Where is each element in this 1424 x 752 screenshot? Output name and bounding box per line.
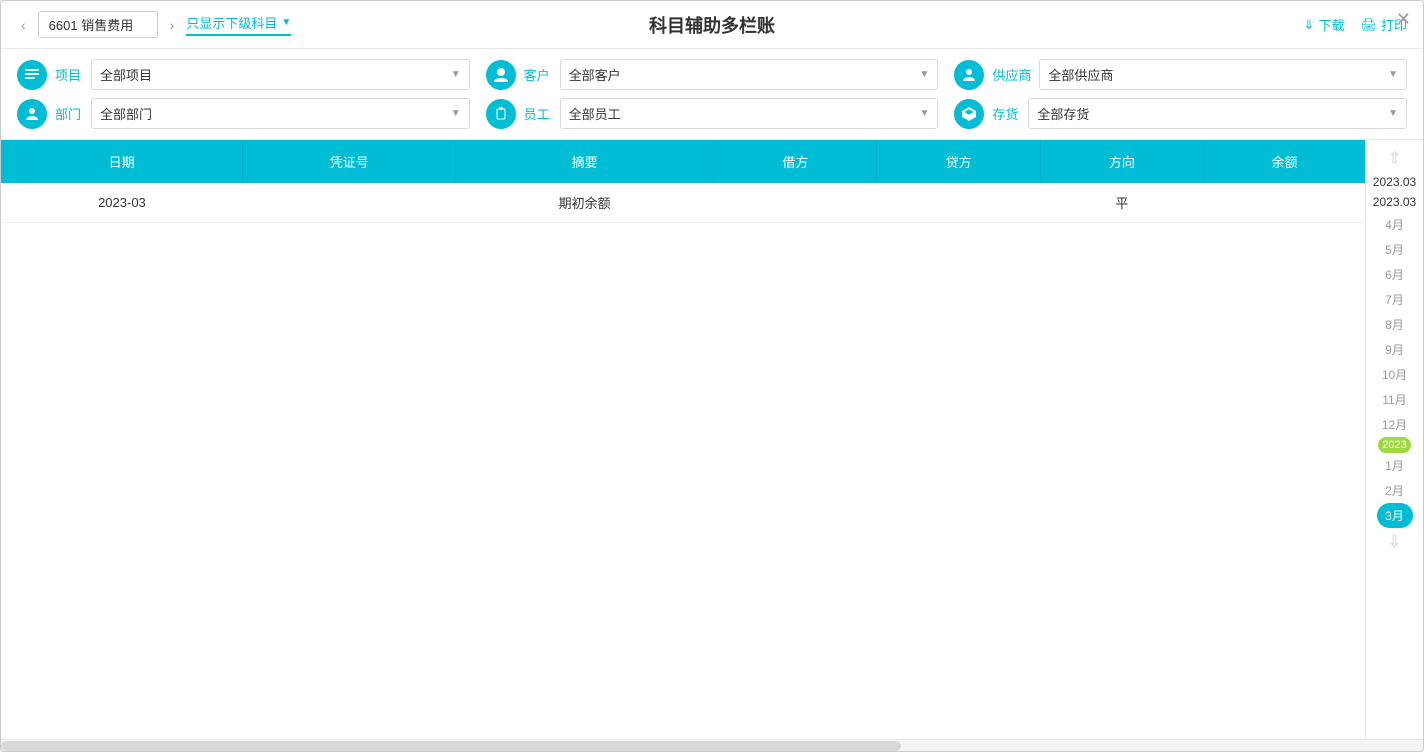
show-sub-label: 只显示下级科目 <box>186 13 277 32</box>
table-row[interactable]: 2023-03 期初余额 平 <box>1 183 1365 223</box>
year-label-2023: 2023 <box>1378 437 1410 453</box>
employee-icon <box>486 99 516 129</box>
supplier-label: 供应商 <box>992 65 1031 84</box>
filter-department: 部门 全部部门 ▼ <box>17 98 470 129</box>
inventory-label: 存货 <box>992 104 1020 123</box>
col-balance: 余额 <box>1204 140 1365 183</box>
month-item-10[interactable]: 10月 <box>1366 362 1423 387</box>
supplier-icon <box>954 60 984 90</box>
col-date: 日期 <box>1 140 243 183</box>
month-item-1[interactable]: 1月 <box>1366 453 1423 478</box>
month-nav-down[interactable]: ⇩ <box>1366 528 1423 556</box>
month-nav-up[interactable]: ⇧ <box>1366 144 1423 172</box>
cell-date: 2023-03 <box>1 183 243 223</box>
project-label: 项目 <box>55 65 83 84</box>
filter-bar: 项目 全部项目 ▼ 客户 全部客户 ▼ 供应 <box>1 49 1423 140</box>
month-item-3-active[interactable]: 3月 <box>1377 503 1413 528</box>
month-item-5[interactable]: 5月 <box>1366 237 1423 262</box>
close-button[interactable]: ✕ <box>1396 9 1411 30</box>
month-item-9[interactable]: 9月 <box>1366 337 1423 362</box>
next-account-arrow[interactable]: › <box>166 15 179 35</box>
col-voucher: 凭证号 <box>243 140 456 183</box>
data-table: 日期 凭证号 摘要 借方 贷方 方向 余额 2023-03 期初余额 <box>1 140 1365 223</box>
month-item-11[interactable]: 11月 <box>1366 387 1423 412</box>
filter-supplier: 供应商 全部供应商 ▼ <box>954 59 1407 90</box>
employee-chevron: ▼ <box>919 108 929 119</box>
project-value: 全部项目 <box>100 65 152 84</box>
print-icon: 🖨 <box>1360 17 1377 33</box>
month-navigator: ⇧ 2023.03 2023.03 4月 5月 6月 7月 8月 9月 10月 … <box>1365 140 1423 739</box>
main-content: 日期 凭证号 摘要 借方 贷方 方向 余额 2023-03 期初余额 <box>1 140 1423 739</box>
inventory-chevron: ▼ <box>1388 108 1398 119</box>
department-value: 全部部门 <box>100 104 152 123</box>
cell-direction: 平 <box>1040 183 1203 223</box>
filter-project: 项目 全部项目 ▼ <box>17 59 470 90</box>
inventory-select[interactable]: 全部存货 ▼ <box>1028 98 1407 129</box>
download-button[interactable]: ⇓ 下载 <box>1304 15 1345 34</box>
project-icon <box>17 60 47 90</box>
title-bar-left: ‹ 6601 销售费用 › 只显示下级科目 ▼ <box>17 11 291 38</box>
department-chevron: ▼ <box>451 108 461 119</box>
download-icon: ⇓ <box>1304 17 1315 33</box>
department-select[interactable]: 全部部门 ▼ <box>91 98 470 129</box>
month-item-6[interactable]: 6月 <box>1366 262 1423 287</box>
customer-chevron: ▼ <box>919 69 929 80</box>
h-scrollbar-container <box>1 739 1423 751</box>
supplier-value: 全部供应商 <box>1048 65 1113 84</box>
month-item-2[interactable]: 2月 <box>1366 478 1423 503</box>
department-label: 部门 <box>55 104 83 123</box>
cell-debit <box>714 183 877 223</box>
customer-icon <box>486 60 516 90</box>
col-direction: 方向 <box>1040 140 1203 183</box>
page-title: 科目辅助多栏账 <box>649 12 775 38</box>
month-item-4[interactable]: 4月 <box>1366 212 1423 237</box>
prev-account-arrow[interactable]: ‹ <box>17 15 30 35</box>
filter-row-2: 部门 全部部门 ▼ 员工 全部员工 ▼ 存货 <box>17 98 1407 129</box>
table-header-row: 日期 凭证号 摘要 借方 贷方 方向 余额 <box>1 140 1365 183</box>
col-summary: 摘要 <box>456 140 714 183</box>
table-area: 日期 凭证号 摘要 借方 贷方 方向 余额 2023-03 期初余额 <box>1 140 1365 739</box>
employee-value: 全部员工 <box>569 104 621 123</box>
cell-summary: 期初余额 <box>456 183 714 223</box>
inventory-icon <box>954 99 984 129</box>
project-chevron: ▼ <box>451 69 461 80</box>
title-bar: ‹ 6601 销售费用 › 只显示下级科目 ▼ 科目辅助多栏账 ⇓ 下载 🖨 打… <box>1 1 1423 49</box>
inventory-value: 全部存货 <box>1037 104 1089 123</box>
supplier-select[interactable]: 全部供应商 ▼ <box>1039 59 1407 90</box>
employee-label: 员工 <box>524 104 552 123</box>
h-scrollbar-thumb[interactable] <box>1 741 901 751</box>
cell-voucher <box>243 183 456 223</box>
month-item-8[interactable]: 8月 <box>1366 312 1423 337</box>
month-item-7[interactable]: 7月 <box>1366 287 1423 312</box>
customer-value: 全部客户 <box>569 65 621 84</box>
col-credit: 贷方 <box>877 140 1040 183</box>
h-scrollbar-track <box>1 740 1423 751</box>
project-select[interactable]: 全部项目 ▼ <box>91 59 470 90</box>
download-label: 下载 <box>1318 15 1344 34</box>
department-icon <box>17 99 47 129</box>
cell-balance <box>1204 183 1365 223</box>
month-header-1: 2023.03 <box>1366 172 1423 192</box>
filter-inventory: 存货 全部存货 ▼ <box>954 98 1407 129</box>
cell-credit <box>877 183 1040 223</box>
month-header-2: 2023.03 <box>1366 192 1423 212</box>
filter-employee: 员工 全部员工 ▼ <box>486 98 939 129</box>
customer-label: 客户 <box>524 65 552 84</box>
show-sub-dropdown[interactable]: 只显示下级科目 ▼ <box>186 13 291 36</box>
main-window: ‹ 6601 销售费用 › 只显示下级科目 ▼ 科目辅助多栏账 ⇓ 下载 🖨 打… <box>0 0 1424 752</box>
supplier-chevron: ▼ <box>1388 69 1398 80</box>
show-sub-chevron: ▼ <box>281 17 291 28</box>
employee-select[interactable]: 全部员工 ▼ <box>560 98 939 129</box>
title-bar-right: ⇓ 下载 🖨 打印 <box>1304 15 1407 34</box>
customer-select[interactable]: 全部客户 ▼ <box>560 59 939 90</box>
col-debit: 借方 <box>714 140 877 183</box>
account-code-label[interactable]: 6601 销售费用 <box>38 11 158 38</box>
filter-row-1: 项目 全部项目 ▼ 客户 全部客户 ▼ 供应 <box>17 59 1407 90</box>
month-item-12[interactable]: 12月 <box>1366 412 1423 437</box>
filter-customer: 客户 全部客户 ▼ <box>486 59 939 90</box>
